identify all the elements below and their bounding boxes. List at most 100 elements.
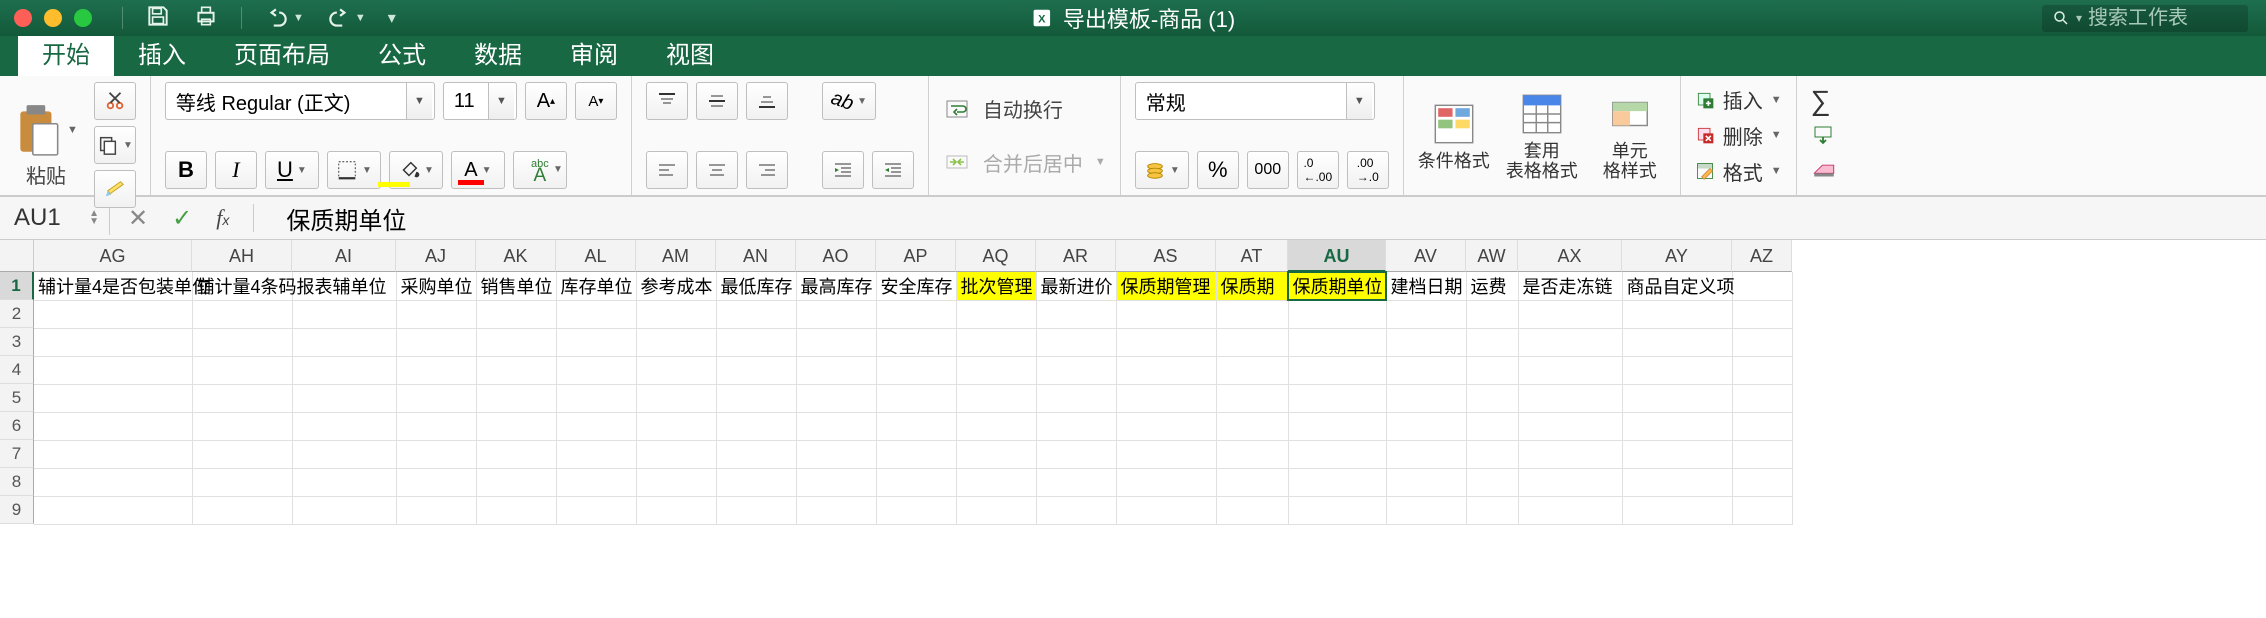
cell[interactable] (1518, 328, 1622, 356)
cell[interactable] (1622, 328, 1732, 356)
row-header[interactable]: 6 (0, 412, 34, 440)
tab-page-layout[interactable]: 页面布局 (210, 29, 354, 76)
cell[interactable] (1732, 328, 1792, 356)
cell[interactable] (192, 300, 292, 328)
paste-button[interactable]: ▼ (14, 102, 78, 158)
cell[interactable] (636, 300, 716, 328)
cell[interactable] (292, 384, 396, 412)
cell[interactable]: 最新进价 (1036, 272, 1116, 300)
cell[interactable] (1732, 356, 1792, 384)
cell[interactable] (1116, 328, 1216, 356)
cell[interactable] (1216, 412, 1288, 440)
row-header[interactable]: 2 (0, 300, 34, 328)
column-header[interactable]: AI (292, 240, 396, 272)
cell[interactable] (1036, 356, 1116, 384)
merge-center-button[interactable]: 合并后居中 ▼ (943, 148, 1106, 177)
font-name-input[interactable] (166, 83, 406, 119)
wrap-text-button[interactable]: 自动换行 (943, 94, 1106, 123)
undo-button[interactable]: ▼ (264, 5, 304, 31)
cell[interactable] (636, 440, 716, 468)
cell[interactable] (796, 440, 876, 468)
chevron-down-icon[interactable]: ▼ (488, 83, 514, 119)
cell[interactable] (1288, 496, 1386, 524)
cell[interactable] (1732, 412, 1792, 440)
cell[interactable] (956, 496, 1036, 524)
cell[interactable] (1116, 356, 1216, 384)
percent-button[interactable]: % (1197, 151, 1239, 189)
cell[interactable] (192, 328, 292, 356)
italic-button[interactable]: I (215, 151, 257, 189)
cell[interactable]: 最高库存 (796, 272, 876, 300)
cell[interactable] (1622, 412, 1732, 440)
column-header[interactable]: AN (716, 240, 796, 272)
cell[interactable] (1288, 300, 1386, 328)
underline-button[interactable]: U▼ (265, 151, 319, 189)
print-icon[interactable] (193, 3, 219, 34)
tab-home[interactable]: 开始 (18, 29, 114, 76)
number-format-combo[interactable]: ▼ (1135, 82, 1375, 120)
enter-formula-button[interactable]: ✓ (172, 204, 192, 233)
cell[interactable] (1288, 412, 1386, 440)
cell[interactable] (716, 412, 796, 440)
column-header[interactable]: AH (192, 240, 292, 272)
cell[interactable] (956, 328, 1036, 356)
align-left-button[interactable] (646, 151, 688, 189)
cell[interactable]: 商品自定义项 (1622, 272, 1732, 300)
cell[interactable] (1732, 384, 1792, 412)
cell[interactable] (1036, 440, 1116, 468)
column-header[interactable]: AG (34, 240, 192, 272)
cell[interactable] (636, 496, 716, 524)
cell[interactable] (716, 356, 796, 384)
cell[interactable] (1036, 384, 1116, 412)
cell[interactable] (476, 496, 556, 524)
cell[interactable]: 安全库存 (876, 272, 956, 300)
cell[interactable] (396, 384, 476, 412)
cell[interactable] (1036, 328, 1116, 356)
font-size-input[interactable] (444, 83, 488, 119)
cell[interactable] (192, 496, 292, 524)
cell[interactable] (1036, 412, 1116, 440)
cell[interactable] (1622, 300, 1732, 328)
orientation-button[interactable]: ab▼ (822, 82, 876, 120)
cell[interactable] (1518, 384, 1622, 412)
cell[interactable] (1288, 328, 1386, 356)
cell[interactable] (636, 356, 716, 384)
cell[interactable] (1288, 356, 1386, 384)
cell[interactable] (1216, 440, 1288, 468)
cell[interactable] (1518, 300, 1622, 328)
align-center-button[interactable] (696, 151, 738, 189)
increase-decimal-button[interactable]: .0←.00 (1297, 151, 1339, 189)
bold-button[interactable]: B (165, 151, 207, 189)
row-header[interactable]: 3 (0, 328, 34, 356)
cell[interactable] (716, 496, 796, 524)
cell[interactable] (1116, 468, 1216, 496)
cell[interactable] (34, 412, 192, 440)
cell[interactable] (876, 496, 956, 524)
cell[interactable] (796, 412, 876, 440)
cell[interactable] (1732, 300, 1792, 328)
cell[interactable] (1466, 384, 1518, 412)
cell[interactable] (556, 496, 636, 524)
cell[interactable]: 保质期 (1216, 272, 1288, 300)
cell[interactable] (1622, 384, 1732, 412)
fill-color-button[interactable]: ▼ (389, 151, 443, 189)
cell[interactable] (1116, 440, 1216, 468)
cell[interactable] (956, 384, 1036, 412)
cell[interactable] (396, 468, 476, 496)
cell[interactable] (476, 468, 556, 496)
cell[interactable] (292, 468, 396, 496)
column-header[interactable]: AL (556, 240, 636, 272)
cell[interactable] (476, 384, 556, 412)
tab-view[interactable]: 视图 (642, 29, 738, 76)
cell[interactable] (192, 384, 292, 412)
column-header[interactable]: AP (876, 240, 956, 272)
cell[interactable] (1518, 496, 1622, 524)
cell[interactable] (1466, 300, 1518, 328)
cell[interactable] (636, 468, 716, 496)
cell[interactable]: 批次管理 (956, 272, 1036, 300)
cell[interactable] (396, 412, 476, 440)
column-header[interactable]: AY (1622, 240, 1732, 272)
align-bottom-button[interactable] (746, 82, 788, 120)
cell[interactable]: 辅计量4条码 (192, 272, 292, 300)
cell[interactable] (876, 412, 956, 440)
